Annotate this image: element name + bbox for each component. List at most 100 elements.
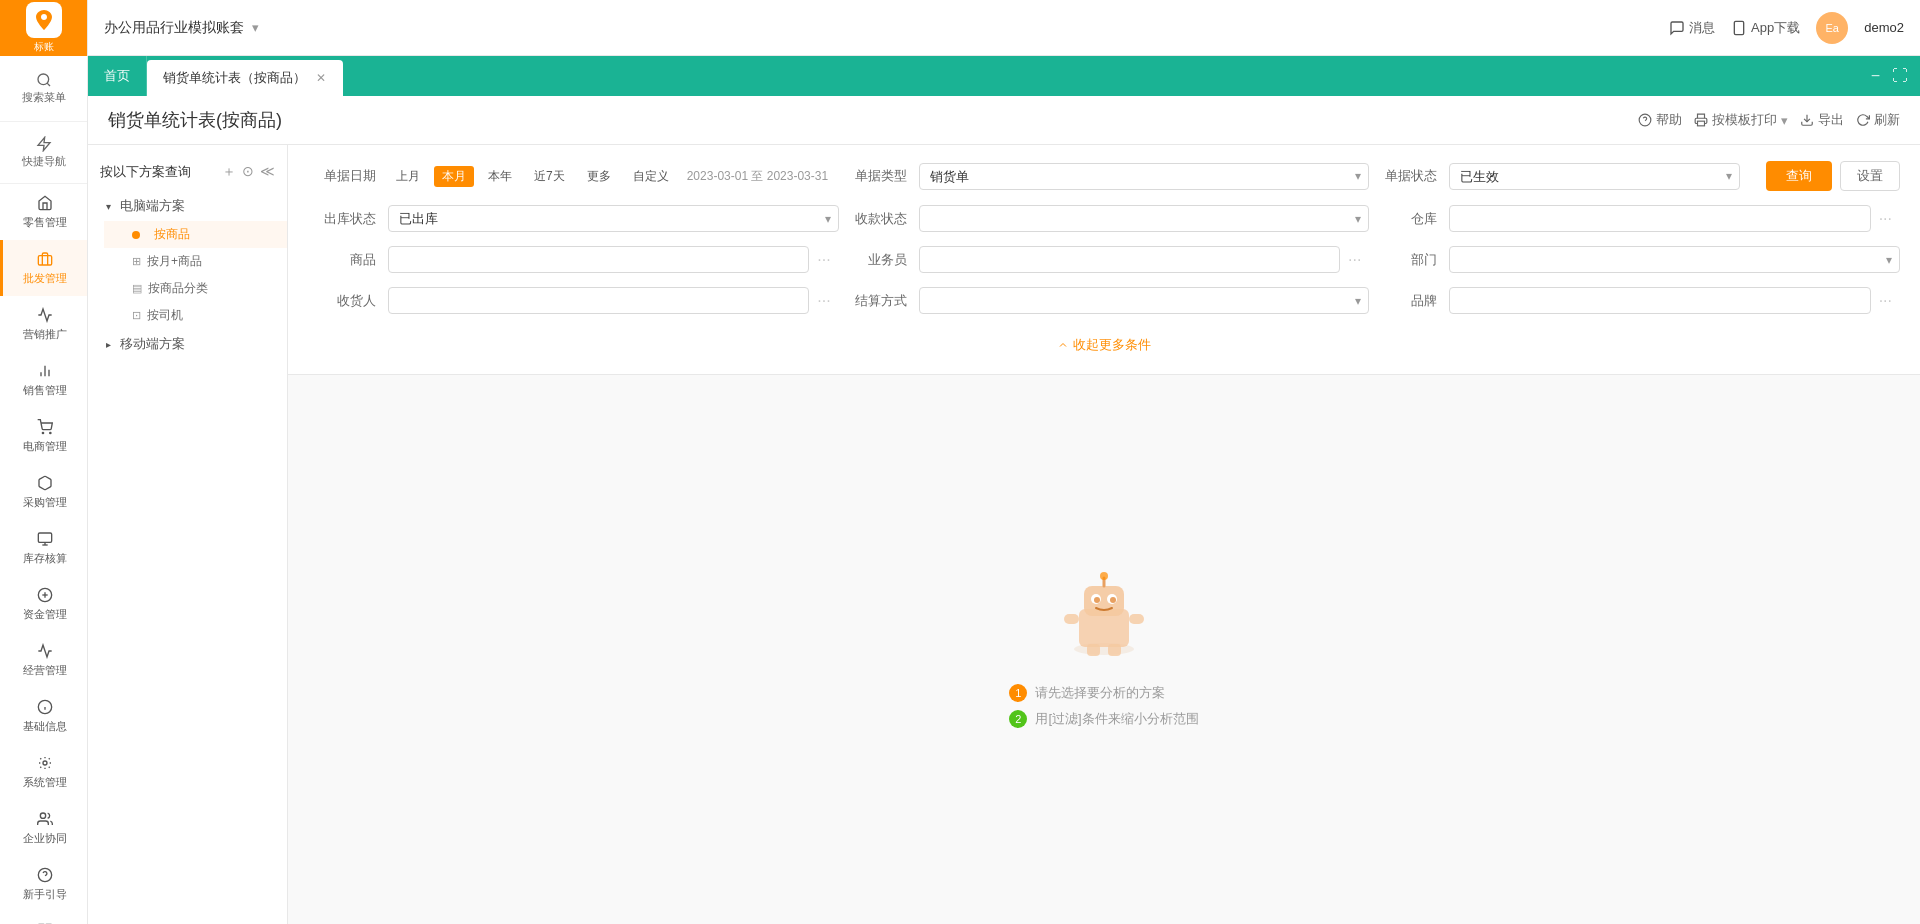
salesperson-label: 业务员 [839, 251, 919, 269]
app-logo-text: 标账 [34, 40, 54, 54]
topbar-left: 办公用品行业模拟账套 ▾ [104, 19, 259, 37]
sidebar-item-purchase[interactable]: 采购管理 [0, 464, 87, 520]
search-menu-button[interactable]: 搜索菜单 [8, 66, 79, 111]
query-button[interactable]: 查询 [1766, 161, 1832, 191]
doc-type-select[interactable]: 销货单 [919, 163, 1370, 190]
sidebar-item-basic[interactable]: 基础信息 [0, 688, 87, 744]
app-download-button[interactable]: App下载 [1731, 19, 1800, 37]
tree-item-by-category[interactable]: ▤ 按商品分类 [104, 275, 287, 302]
out-status-select[interactable]: 已出库 [388, 205, 839, 232]
warehouse-input[interactable] [1449, 205, 1870, 232]
sidebar-item-sales[interactable]: 销售管理 [0, 352, 87, 408]
date-tab-this-month[interactable]: 本月 [434, 166, 474, 187]
warehouse-dots-icon[interactable]: ··· [1871, 210, 1900, 228]
empty-state: 1 请先选择要分析的方案 2 用[过滤]条件来缩小分析范围 [288, 375, 1920, 924]
sidebar-item-enterprise-label: 企业协同 [23, 831, 67, 846]
tree-desktop-label: 电脑端方案 [120, 197, 185, 215]
date-tab-last-month[interactable]: 上月 [388, 166, 428, 187]
sidebar-item-guide[interactable]: 新手引导 [0, 856, 87, 912]
sidebar-item-inventory-label: 库存核算 [23, 551, 67, 566]
tree-item-by-goods[interactable]: 按商品 [104, 221, 287, 248]
department-select[interactable] [1449, 246, 1900, 273]
sidebar-item-apps[interactable]: 应用中心 [0, 912, 87, 924]
svg-rect-40 [1129, 614, 1144, 624]
print-dropdown-icon[interactable]: ▾ [1781, 113, 1788, 128]
content-area: 销货单统计表(按商品) 帮助 按模板打印 ▾ 导出 [88, 96, 1920, 924]
export-button[interactable]: 导出 [1800, 111, 1844, 129]
tree-item-by-cashier[interactable]: ⊡ 按司机 [104, 302, 287, 329]
sidebar-item-enterprise[interactable]: 企业协同 [0, 800, 87, 856]
brand-input[interactable] [1449, 287, 1870, 314]
tree-expand-icon: ▾ [100, 198, 116, 214]
message-label: 消息 [1689, 19, 1715, 37]
date-tab-this-year[interactable]: 本年 [480, 166, 520, 187]
app-logo[interactable]: 标账 [0, 0, 87, 56]
date-tab-custom[interactable]: 自定义 [625, 166, 677, 187]
brand-dots-icon[interactable]: ··· [1871, 292, 1900, 310]
tree-mobile-group[interactable]: ▸ 移动端方案 [88, 329, 287, 359]
tab-home[interactable]: 首页 [88, 56, 147, 96]
add-scheme-icon[interactable]: ＋ [222, 163, 236, 181]
action-buttons: 查询 设置 [1740, 161, 1900, 191]
inventory-icon [36, 530, 54, 548]
sidebar-item-sales-label: 销售管理 [23, 383, 67, 398]
filter-row-1: 单据日期 上月 本月 本年 近7天 更多 自定义 2023-03-01 至 20… [308, 161, 1900, 191]
message-button[interactable]: 消息 [1669, 19, 1715, 37]
edit-scheme-icon[interactable]: ⊙ [242, 163, 254, 181]
doc-type-select-wrapper: 销货单 [919, 163, 1370, 190]
shop-icon [36, 194, 54, 212]
step-1-text: 请先选择要分析的方案 [1035, 684, 1165, 702]
tab-maximize-button[interactable]: ⛶ [1888, 63, 1912, 89]
payment-status-select[interactable] [919, 205, 1370, 232]
settings-button[interactable]: 设置 [1840, 161, 1900, 191]
sidebar-item-wholesale[interactable]: 批发管理 [0, 240, 87, 296]
date-label: 单据日期 [308, 167, 388, 185]
megaphone-icon [36, 306, 54, 324]
goods-input[interactable] [388, 246, 809, 273]
receiver-input[interactable] [388, 287, 809, 314]
tab-close-icon[interactable]: ✕ [316, 71, 326, 85]
sidebar-item-ecommerce[interactable]: 电商管理 [0, 408, 87, 464]
salesperson-dots-icon[interactable]: ··· [1340, 251, 1369, 269]
tab-minimize-button[interactable]: − [1867, 63, 1884, 89]
empty-illustration [1054, 564, 1154, 664]
date-tab-more[interactable]: 更多 [579, 166, 619, 187]
sidebar-item-guide-label: 新手引导 [23, 887, 67, 902]
goods-dots-icon[interactable]: ··· [809, 251, 838, 269]
tabbar-right: − ⛶ [1867, 63, 1920, 89]
filter-inner: 单据日期 上月 本月 本年 近7天 更多 自定义 2023-03-01 至 20… [288, 145, 1920, 374]
print-button[interactable]: 按模板打印 ▾ [1694, 111, 1788, 129]
doc-type-label: 单据类型 [839, 167, 919, 185]
tree-item-by-month-goods[interactable]: ⊞ 按月+商品 [104, 248, 287, 275]
sidebar: 标账 搜索菜单 快捷导航 零售管理 批发管理 [0, 0, 88, 924]
collapse-panel-icon[interactable]: ≪ [260, 163, 275, 181]
user-avatar[interactable]: Ea [1816, 12, 1848, 44]
refresh-button[interactable]: 刷新 [1856, 111, 1900, 129]
sidebar-item-inventory[interactable]: 库存核算 [0, 520, 87, 576]
collapse-button[interactable]: 收起更多条件 [1057, 336, 1151, 354]
sidebar-item-finance[interactable]: 资金管理 [0, 576, 87, 632]
sidebar-item-marketing[interactable]: 营销推广 [0, 296, 87, 352]
date-tab-7days[interactable]: 近7天 [526, 166, 573, 187]
collapse-label: 收起更多条件 [1073, 336, 1151, 354]
tree-desktop-items: 按商品 ⊞ 按月+商品 ▤ 按商品分类 ⊡ [88, 221, 287, 329]
tab-sales-report[interactable]: 销货单统计表（按商品） ✕ [147, 60, 343, 96]
salesperson-input[interactable] [919, 246, 1340, 273]
receiver-dots-icon[interactable]: ··· [809, 292, 838, 310]
dropdown-icon[interactable]: ▾ [252, 20, 259, 35]
help-button[interactable]: 帮助 [1638, 111, 1682, 129]
svg-point-0 [38, 74, 49, 85]
quick-nav-button[interactable]: 快捷导航 [0, 128, 87, 177]
filter-col-goods: 商品 ··· [308, 246, 839, 273]
desktop-section: ▾ 电脑端方案 按商品 ⊞ 按月+商品 [88, 191, 287, 329]
sidebar-item-operation[interactable]: 经营管理 [0, 632, 87, 688]
svg-rect-42 [1108, 644, 1121, 656]
payment-method-select[interactable] [919, 287, 1370, 314]
sidebar-item-retail[interactable]: 零售管理 [0, 184, 87, 240]
tree-desktop-group[interactable]: ▾ 电脑端方案 [88, 191, 287, 221]
doc-status-select[interactable]: 已生效 [1449, 163, 1740, 190]
sidebar-item-system[interactable]: 系统管理 [0, 744, 87, 800]
tabbar: 首页 销货单统计表（按商品） ✕ − ⛶ [88, 56, 1920, 96]
step-2-num: 2 [1009, 710, 1027, 728]
calendar-icon: ⊞ [132, 255, 141, 268]
